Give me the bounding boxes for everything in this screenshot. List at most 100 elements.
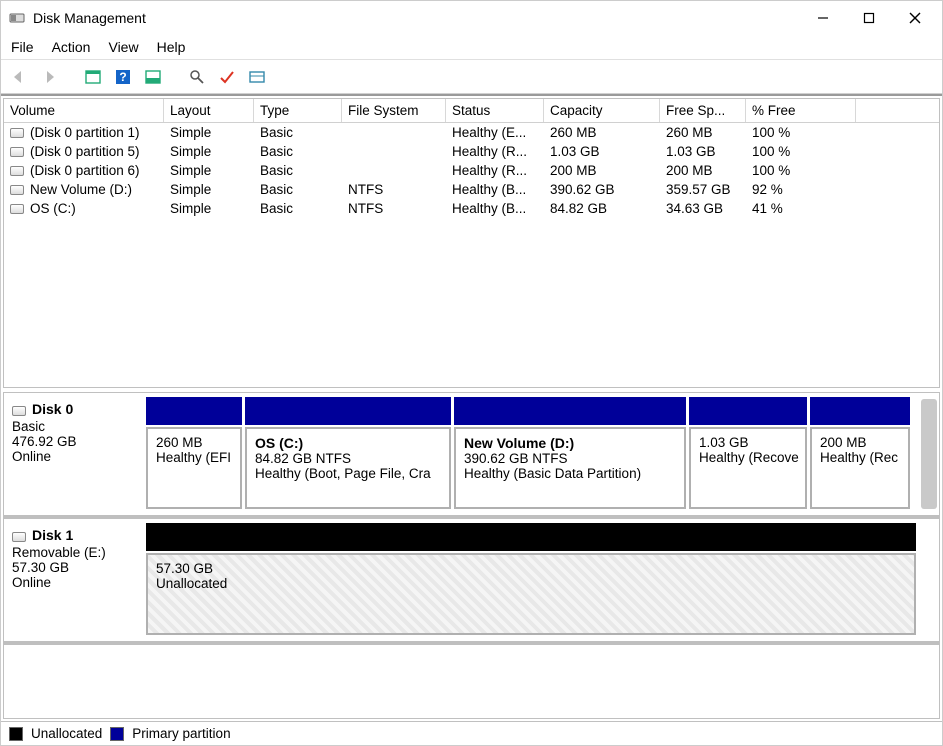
partition-block[interactable]: 260 MBHealthy (EFI [146,427,242,509]
close-button[interactable] [892,2,938,34]
toolbar: ? [1,60,942,94]
volume-capacity: 200 MB [544,162,660,179]
disk-size: 57.30 GB [12,560,134,575]
partition-block[interactable]: 1.03 GBHealthy (Recove [689,427,807,509]
extended-pane-icon[interactable] [141,65,165,89]
volume-row[interactable]: (Disk 0 partition 1)SimpleBasicHealthy (… [4,123,939,142]
col-type[interactable]: Type [254,99,342,122]
partition-block[interactable]: 57.30 GBUnallocated [146,553,916,635]
menu-help[interactable]: Help [157,39,186,55]
volume-fs [342,124,446,141]
vertical-scrollbar[interactable] [921,399,937,509]
col-freespace[interactable]: Free Sp... [660,99,746,122]
partition-header [245,397,451,425]
disk-info: Disk 1Removable (E:)57.30 GBOnline [4,519,142,641]
detail-pane-icon[interactable] [81,65,105,89]
volume-layout: Simple [164,162,254,179]
disk-type: Basic [12,419,134,434]
volume-name: (Disk 0 partition 1) [30,125,140,140]
partition-line1: 390.62 GB NTFS [464,451,676,466]
volume-capacity: 84.82 GB [544,200,660,217]
graphical-view: Disk 0Basic476.92 GBOnline260 MBHealthy … [3,392,940,719]
drive-icon [10,204,24,214]
col-capacity[interactable]: Capacity [544,99,660,122]
partition-block[interactable]: OS (C:)84.82 GB NTFSHealthy (Boot, Page … [245,427,451,509]
legend-primary: Primary partition [132,726,230,741]
volume-layout: Simple [164,124,254,141]
partition-line1: 200 MB [820,435,900,450]
partition-block[interactable]: New Volume (D:)390.62 GB NTFSHealthy (Ba… [454,427,686,509]
volume-free: 359.57 GB [660,181,746,198]
volume-pct: 100 % [746,143,856,160]
menu-file[interactable]: File [11,39,34,55]
volume-free: 200 MB [660,162,746,179]
disk-section: Disk 1Removable (E:)57.30 GBOnline57.30 … [4,519,939,645]
disk-section: Disk 0Basic476.92 GBOnline260 MBHealthy … [4,393,939,519]
volume-status: Healthy (B... [446,181,544,198]
partition-line1: 57.30 GB [156,561,906,576]
legend: Unallocated Primary partition [1,721,942,745]
tool-icon-2[interactable] [215,65,239,89]
disk-name: Disk 1 [32,527,73,543]
volume-name: OS (C:) [30,201,76,216]
drive-icon [10,128,24,138]
partition-name: OS (C:) [255,435,441,451]
tool-icon-1[interactable] [185,65,209,89]
disk-info: Disk 0Basic476.92 GBOnline [4,393,142,515]
volume-pct: 41 % [746,200,856,217]
titlebar: Disk Management [1,1,942,35]
window-title: Disk Management [33,10,146,26]
volume-list: Volume Layout Type File System Status Ca… [3,98,940,388]
volume-list-header: Volume Layout Type File System Status Ca… [4,99,939,123]
tool-icon-3[interactable] [245,65,269,89]
volume-fs: NTFS [342,181,446,198]
drive-icon [12,532,26,542]
drive-icon [10,166,24,176]
col-status[interactable]: Status [446,99,544,122]
partition-line1: 84.82 GB NTFS [255,451,441,466]
menu-view[interactable]: View [108,39,138,55]
help-icon[interactable]: ? [111,65,135,89]
menubar: File Action View Help [1,35,942,60]
volume-type: Basic [254,143,342,160]
partition-block[interactable]: 200 MBHealthy (Rec [810,427,910,509]
disk-size: 476.92 GB [12,434,134,449]
partition-line2: Unallocated [156,576,906,591]
content-area: Volume Layout Type File System Status Ca… [1,94,942,745]
volume-row[interactable]: (Disk 0 partition 5)SimpleBasicHealthy (… [4,142,939,161]
volume-row[interactable]: (Disk 0 partition 6)SimpleBasicHealthy (… [4,161,939,180]
swatch-unallocated [9,727,23,741]
col-layout[interactable]: Layout [164,99,254,122]
volume-layout: Simple [164,181,254,198]
volume-free: 1.03 GB [660,143,746,160]
volume-row[interactable]: OS (C:)SimpleBasicNTFSHealthy (B...84.82… [4,199,939,218]
partition-line2: Healthy (Basic Data Partition) [464,466,676,481]
menu-action[interactable]: Action [52,39,91,55]
partition-header [810,397,910,425]
volume-capacity: 390.62 GB [544,181,660,198]
volume-layout: Simple [164,143,254,160]
volume-row[interactable]: New Volume (D:) SimpleBasicNTFSHealthy (B… [4,180,939,199]
col-filesystem[interactable]: File System [342,99,446,122]
partition-line1: 260 MB [156,435,232,450]
back-button[interactable] [7,65,31,89]
minimize-button[interactable] [800,2,846,34]
disk-management-window: Disk Management File Action View Help ? … [0,0,943,746]
volume-type: Basic [254,124,342,141]
forward-button[interactable] [37,65,61,89]
app-icon [9,10,25,26]
volume-type: Basic [254,181,342,198]
partition-header [146,523,916,551]
volume-pct: 92 % [746,181,856,198]
volume-capacity: 1.03 GB [544,143,660,160]
volume-name: New Volume (D:) [30,182,132,197]
maximize-button[interactable] [846,2,892,34]
volume-fs [342,162,446,179]
swatch-primary [110,727,124,741]
col-pctfree[interactable]: % Free [746,99,856,122]
volume-capacity: 260 MB [544,124,660,141]
volume-type: Basic [254,200,342,217]
partition-line2: Healthy (EFI [156,450,232,465]
col-volume[interactable]: Volume [4,99,164,122]
disk-partitions: 260 MBHealthy (EFIOS (C:)84.82 GB NTFSHe… [142,393,939,515]
